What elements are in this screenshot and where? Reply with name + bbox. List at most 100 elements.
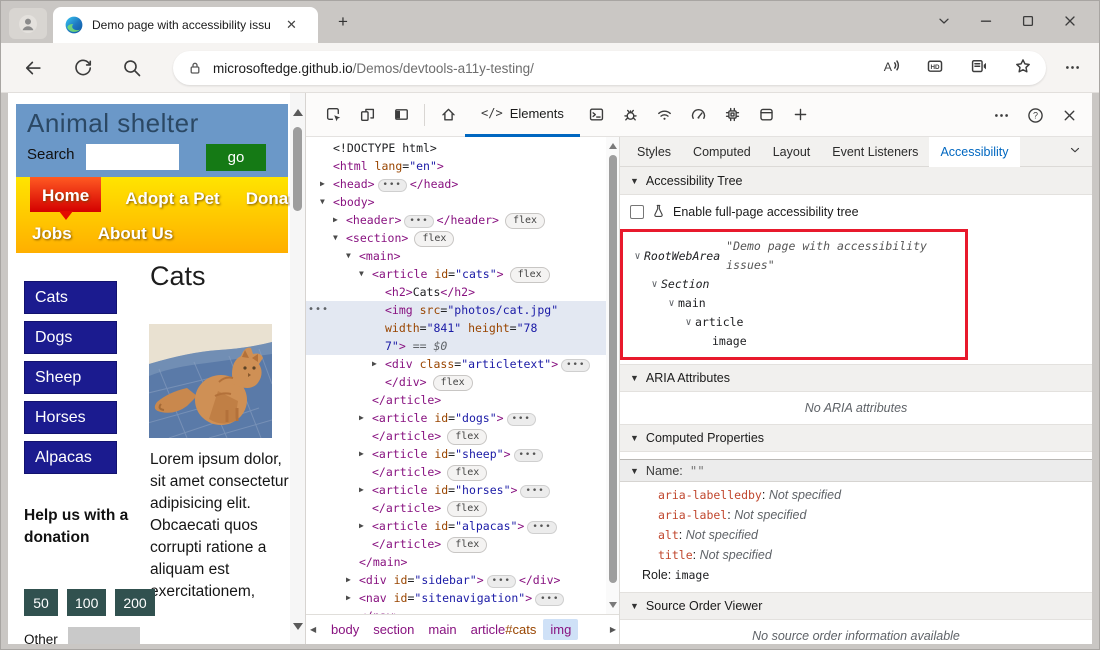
flex-badge[interactable]: flex — [447, 537, 488, 553]
chevron-down-icon[interactable] — [1068, 143, 1082, 160]
maximize-icon[interactable] — [1007, 5, 1049, 37]
application-icon[interactable] — [750, 98, 784, 132]
expand-inline-button[interactable]: ••• — [561, 359, 591, 372]
help-icon[interactable]: ? — [1018, 98, 1052, 132]
dom-node[interactable]: <h2>Cats</h2> — [306, 283, 606, 301]
breadcrumb-item[interactable]: main — [421, 619, 463, 640]
address-bar[interactable]: microsoftedge.github.io/Demos/devtools-a… — [173, 51, 1046, 85]
hd-icon[interactable]: HD — [926, 57, 944, 80]
lock-icon[interactable] — [187, 60, 203, 76]
dom-node[interactable]: ▼ <main> — [306, 247, 606, 265]
a11y-tree-node[interactable]: ∨ RootWebArea "Demo page with accessibilit… — [623, 237, 965, 275]
breadcrumb-item[interactable]: article#cats — [464, 619, 544, 640]
expanded-arrow-icon[interactable]: ▼ — [333, 229, 338, 247]
tab-elements[interactable]: </> Elements — [465, 93, 580, 137]
scroll-up-icon[interactable] — [293, 109, 303, 116]
crumb-right-icon[interactable]: ▶ — [610, 625, 616, 634]
section-computed-properties[interactable]: ▼ Computed Properties — [620, 424, 1092, 452]
dom-node[interactable]: </article> — [306, 391, 606, 409]
expand-chevron-icon[interactable]: ∨ — [682, 313, 695, 332]
nav-item-jobs[interactable]: Jobs — [30, 221, 74, 247]
dom-node[interactable]: ▼ <article id="cats"> flex — [306, 265, 606, 283]
performance-icon[interactable] — [682, 98, 716, 132]
sidebar-button-sheep[interactable]: Sheep — [24, 361, 117, 394]
expanded-arrow-icon[interactable]: ▼ — [359, 265, 364, 283]
expand-chevron-icon[interactable]: ∨ — [631, 247, 644, 266]
collapsed-arrow-icon[interactable]: ▶ — [320, 175, 325, 193]
a11y-tree-node[interactable]: ∨ article — [623, 313, 965, 332]
other-amount-input[interactable] — [67, 627, 140, 644]
more-icon[interactable] — [984, 98, 1018, 132]
collapsed-arrow-icon[interactable]: ▶ — [346, 589, 351, 607]
expand-chevron-icon[interactable]: ∨ — [648, 275, 661, 294]
scrollbar-thumb[interactable] — [608, 155, 617, 583]
panel-tab-event-listeners[interactable]: Event Listeners — [821, 137, 929, 167]
expand-inline-button[interactable]: ••• — [506, 413, 536, 426]
node-menu-dots-icon[interactable]: ••• — [308, 301, 329, 319]
scrollbar-thumb[interactable] — [293, 127, 302, 211]
expand-inline-button[interactable]: ••• — [377, 179, 407, 192]
collapsed-arrow-icon[interactable]: ▶ — [359, 517, 364, 535]
nav-item-home[interactable]: Home — [30, 177, 102, 220]
flex-badge[interactable]: flex — [447, 429, 488, 445]
dom-node[interactable]: ▶ <div class="articletext"> ••• </div> flex — [306, 355, 606, 391]
refresh-icon[interactable] — [73, 58, 93, 78]
nav-item-about-us[interactable]: About Us — [96, 221, 176, 247]
donate-button-200[interactable]: 200 — [115, 589, 155, 616]
dom-scrollbar[interactable] — [606, 137, 619, 614]
search-icon[interactable] — [122, 58, 142, 78]
dom-node[interactable]: ▶ <article id="horses"> ••• </article> flex — [306, 481, 606, 517]
immersive-reader-icon[interactable] — [970, 57, 988, 80]
collapsed-arrow-icon[interactable]: ▶ — [359, 481, 364, 499]
dom-node[interactable]: ▶ <article id="alpacas"> ••• </article> flex — [306, 517, 606, 553]
enable-fullpage-checkbox[interactable] — [630, 205, 644, 219]
scroll-down-icon[interactable] — [608, 602, 617, 608]
breadcrumb-item[interactable]: body — [324, 619, 366, 640]
section-source-order-viewer[interactable]: ▼ Source Order Viewer — [620, 592, 1092, 620]
dock-side-icon[interactable] — [384, 98, 418, 132]
add-tools-icon[interactable] — [784, 98, 818, 132]
breadcrumb-item[interactable]: img — [543, 619, 579, 640]
expand-inline-button[interactable]: ••• — [527, 521, 557, 534]
inspect-icon[interactable] — [316, 98, 350, 132]
dom-node[interactable]: </main> — [306, 553, 606, 571]
a11y-tree-node[interactable]: ∨ main — [623, 294, 965, 313]
page-scrollbar[interactable] — [290, 93, 305, 644]
sidebar-button-horses[interactable]: Horses — [24, 401, 117, 434]
donate-button-100[interactable]: 100 — [67, 589, 107, 616]
computed-name-row[interactable]: ▼ Name: "" — [620, 459, 1092, 482]
section-accessibility-tree[interactable]: ▼ Accessibility Tree — [620, 167, 1092, 195]
dom-node[interactable]: ▶<nav id="sitenavigation">•••</nav> — [306, 589, 606, 614]
dom-node-selected[interactable]: ••• <img src="photos/cat.jpg" width="841" … — [306, 301, 606, 355]
dom-node[interactable]: <html lang="en"> — [306, 157, 606, 175]
dom-node[interactable]: ▶ <article id="dogs"> ••• </article> flex — [306, 409, 606, 445]
flex-badge[interactable]: flex — [432, 375, 473, 391]
search-input[interactable] — [86, 144, 179, 170]
expand-inline-button[interactable]: ••• — [513, 449, 543, 462]
flex-badge[interactable]: flex — [414, 231, 455, 247]
a11y-tree-node[interactable]: image — [623, 332, 965, 351]
dom-node[interactable]: ▼ <body> — [306, 193, 606, 211]
sidebar-button-dogs[interactable]: Dogs — [24, 321, 117, 354]
go-button[interactable]: go — [206, 144, 266, 171]
panel-tab-layout[interactable]: Layout — [762, 137, 822, 167]
chevron-down-icon[interactable] — [923, 5, 965, 37]
expand-inline-button[interactable]: ••• — [535, 593, 565, 606]
expanded-arrow-icon[interactable]: ▼ — [320, 193, 325, 211]
dom-node[interactable]: ▶ <article id="sheep"> ••• </article> flex — [306, 445, 606, 481]
minimize-icon[interactable] — [965, 5, 1007, 37]
dom-node[interactable]: <!DOCTYPE html> — [306, 139, 606, 157]
new-tab-button[interactable]: + — [331, 12, 355, 32]
panel-tab-accessibility[interactable]: Accessibility — [929, 136, 1020, 167]
dom-node[interactable]: ▶ <head> ••• </head> — [306, 175, 606, 193]
dom-node[interactable]: ▶ <header> ••• </header> flex — [306, 211, 606, 229]
expand-chevron-icon[interactable]: ∨ — [665, 294, 678, 313]
flex-badge[interactable]: flex — [447, 465, 488, 481]
profile-avatar[interactable] — [9, 8, 47, 39]
dom-node[interactable]: ▶ <div id="sidebar"> ••• </div> — [306, 571, 606, 589]
nav-item-adopt-a-pet[interactable]: Adopt a Pet — [123, 186, 221, 212]
crumb-left-icon[interactable]: ◀ — [310, 625, 316, 634]
memory-icon[interactable] — [716, 98, 750, 132]
device-emulation-icon[interactable] — [350, 98, 384, 132]
sidebar-button-alpacas[interactable]: Alpacas — [24, 441, 117, 474]
